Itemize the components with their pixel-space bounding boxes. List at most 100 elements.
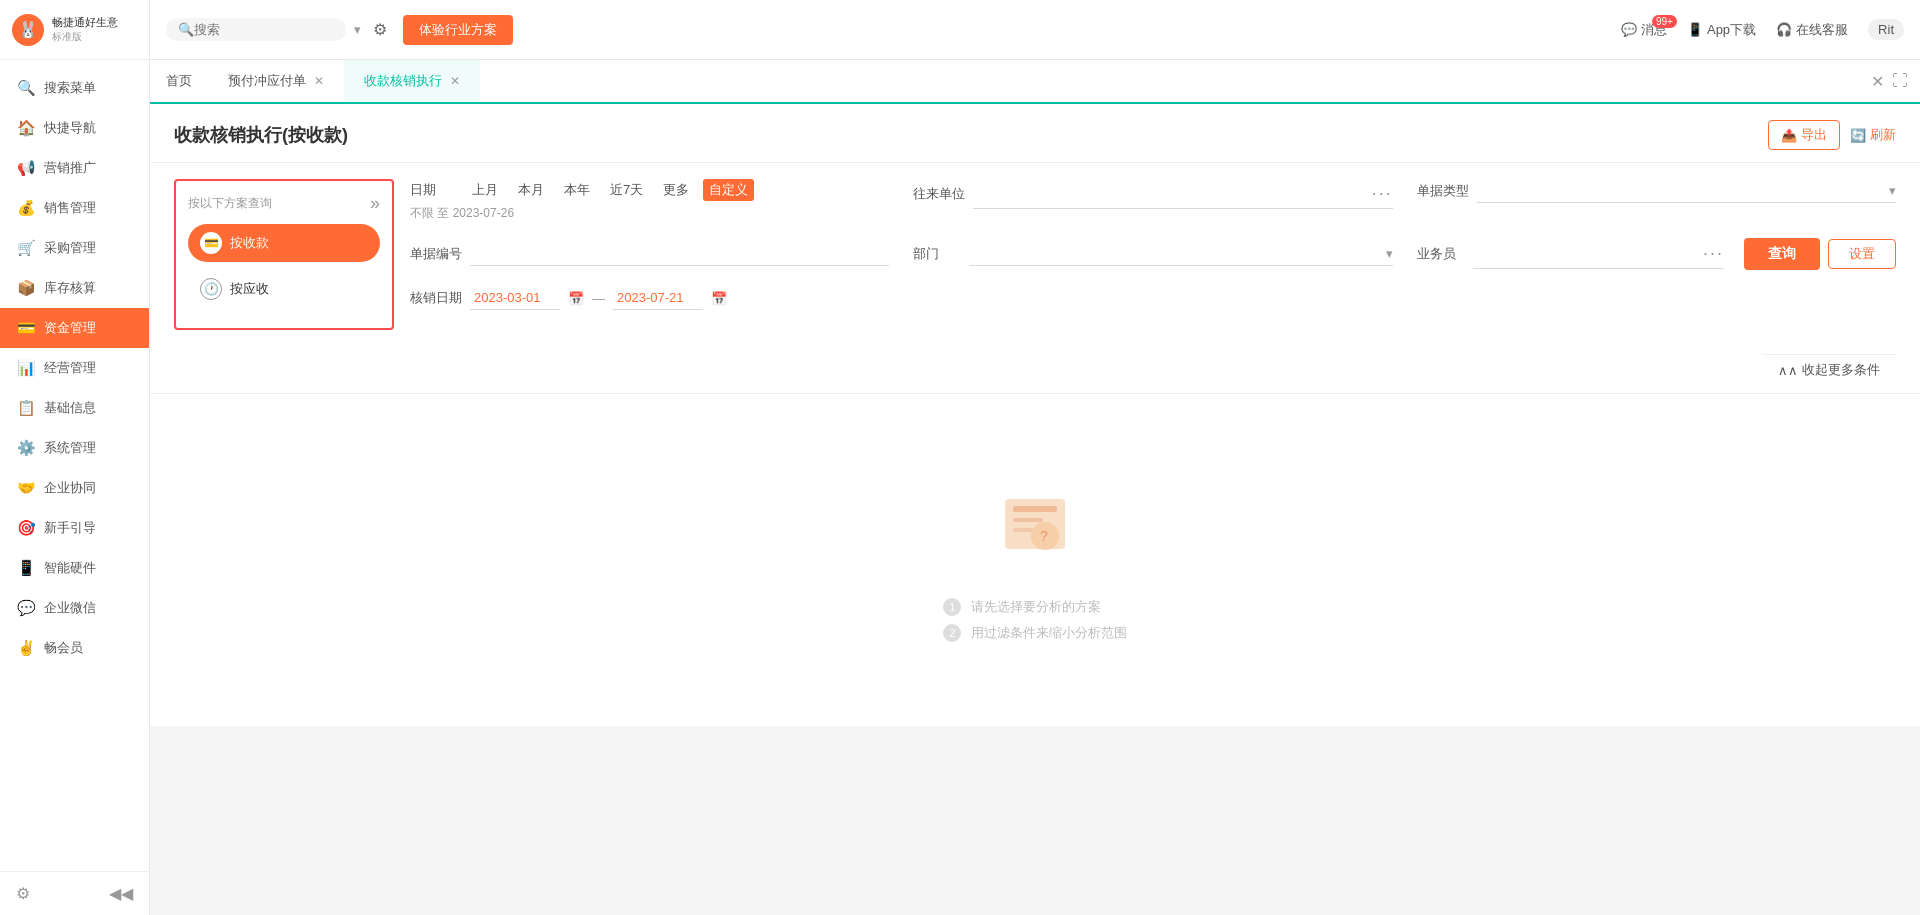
nav-label-base: 基础信息 [44,399,96,417]
sidebar-item-funds[interactable]: 💳 资金管理 [0,308,149,348]
date-label: 日期 [410,181,458,199]
sidebar-item-member[interactable]: ✌️ 畅会员 [0,628,149,668]
doc-no-input[interactable] [470,242,889,266]
date-tag-7days[interactable]: 近7天 [604,179,649,201]
refresh-button[interactable]: 🔄 刷新 [1850,120,1896,150]
app-icon: 📱 [1687,22,1703,37]
export-icon: 📤 [1781,128,1797,143]
filter-collapse-icon[interactable]: » [370,193,380,214]
nav-icon-hardware: 📱 [16,558,36,578]
message-badge: 99+ [1652,15,1677,28]
query-button[interactable]: 查询 [1744,238,1820,270]
sidebar-item-collab[interactable]: 🤝 企业协同 [0,468,149,508]
date-tag-custom[interactable]: 自定义 [703,179,754,201]
user-profile[interactable]: Rit [1868,19,1904,40]
sidebar-item-wechat[interactable]: 💬 企业微信 [0,588,149,628]
nav-icon-base: 📋 [16,398,36,418]
nav-icon-inventory: 📦 [16,278,36,298]
sidebar-item-biz[interactable]: 📊 经营管理 [0,348,149,388]
nav-icon-wechat: 💬 [16,598,36,618]
filter-panel: 按以下方案查询 » 💳 按收款 🕐 按应收 日期 [150,163,1920,346]
writeoff-date-to[interactable] [613,286,703,310]
tab-prepay-close[interactable]: ✕ [314,74,324,88]
svg-text:?: ? [1040,528,1048,544]
doc-type-select[interactable]: ▾ [1477,179,1896,203]
online-service-button[interactable]: 🎧 在线客服 [1776,21,1848,39]
sidebar: 🐰 畅捷通好生意 标准版 🔍 搜索菜单 🏠 快捷导航 📢 营销推广 💰 销售管理… [0,0,150,915]
expand-icon[interactable]: ⛶ [1892,72,1908,90]
page-actions: 📤 导出 🔄 刷新 [1768,120,1896,150]
app-download-button[interactable]: 📱 App下载 [1687,21,1756,39]
tab-writeoff-close[interactable]: ✕ [450,74,460,88]
date-from-calendar-icon[interactable]: 📅 [568,291,584,306]
filter-option-by-receipt[interactable]: 💳 按收款 [188,224,380,262]
tab-prepay[interactable]: 预付冲应付单 ✕ [208,60,344,104]
nav-label-sales: 销售管理 [44,199,96,217]
message-icon: 💬 [1621,22,1637,37]
staff-input[interactable]: ··· [1473,239,1724,269]
collapse-more-row: ∧∧ 收起更多条件 [150,346,1920,394]
counterparty-input[interactable]: ··· [973,179,1392,209]
tab-writeoff[interactable]: 收款核销执行 ✕ [344,60,480,104]
opt-icon-by-receivable: 🕐 [200,278,222,300]
date-tag-more[interactable]: 更多 [657,179,695,201]
headset-icon: 🎧 [1776,22,1792,37]
nav-icon-search: 🔍 [16,78,36,98]
date-tag-this-year[interactable]: 本年 [558,179,596,201]
dept-field: 部门 ▾ [913,242,1392,266]
chevron-down-icon[interactable]: ▾ [354,22,361,37]
sidebar-item-base[interactable]: 📋 基础信息 [0,388,149,428]
sidebar-item-purchase[interactable]: 🛒 采购管理 [0,228,149,268]
tabbar-actions: ✕ ⛶ [1871,72,1920,91]
dept-select[interactable]: ▾ [969,242,1392,266]
sidebar-item-marketing[interactable]: 📢 营销推广 [0,148,149,188]
counterparty-label: 往来单位 [913,185,965,203]
settings-icon[interactable]: ⚙ [16,884,30,903]
search-icon: 🔍 [178,22,194,37]
counterparty-more-icon[interactable]: ··· [1372,183,1393,204]
refresh-icon: 🔄 [1850,128,1866,143]
tab-home[interactable]: 首页 [150,60,208,104]
tab-home-label: 首页 [166,72,192,90]
nav-label-purchase: 采购管理 [44,239,96,257]
search-bar[interactable]: 🔍 [166,18,346,41]
collapse-more-label: 收起更多条件 [1802,361,1880,379]
tab-bar: 首页 预付冲应付单 ✕ 收款核销执行 ✕ ✕ ⛶ [150,60,1920,104]
export-button[interactable]: 📤 导出 [1768,120,1840,150]
nav-icon-collab: 🤝 [16,478,36,498]
date-tag-this-month[interactable]: 本月 [512,179,550,201]
page-title: 收款核销执行(按收款) [174,123,348,147]
collapse-more-button[interactable]: ∧∧ 收起更多条件 [1762,354,1896,385]
nav-icon-biz: 📊 [16,358,36,378]
writeoff-date-row: 核销日期 📅 — 📅 [410,286,1896,310]
solution-button[interactable]: 体验行业方案 [403,15,513,45]
topbar-gear-icon[interactable]: ⚙ [373,20,387,39]
writeoff-date-from[interactable] [470,286,560,310]
sidebar-item-system[interactable]: ⚙️ 系统管理 [0,428,149,468]
sidebar-item-search[interactable]: 🔍 搜索菜单 [0,68,149,108]
staff-more-icon[interactable]: ··· [1703,243,1724,264]
doc-type-chevron-icon: ▾ [1889,183,1896,198]
date-to-calendar-icon[interactable]: 📅 [711,291,727,306]
filter-option-by-receivable[interactable]: 🕐 按应收 [188,270,380,308]
page-header: 收款核销执行(按收款) 📤 导出 🔄 刷新 [150,104,1920,163]
collapse-chevron-icon: ∧∧ [1778,363,1798,378]
nav-label-search: 搜索菜单 [44,79,96,97]
date-tag-last-month[interactable]: 上月 [466,179,504,201]
filter-row-1: 日期 上月 本月 本年 近7天 更多 自定义 不限 至 2023-07-26 [410,179,1896,222]
close-tab-icon[interactable]: ✕ [1871,72,1884,91]
sidebar-collapse-icon[interactable]: ◀◀ [109,884,133,903]
setting-button[interactable]: 设置 [1828,239,1896,269]
search-input[interactable] [194,22,334,37]
sidebar-item-quick-nav[interactable]: 🏠 快捷导航 [0,108,149,148]
app-label: App下载 [1707,21,1756,39]
sidebar-item-guide[interactable]: 🎯 新手引导 [0,508,149,548]
filter-fields: 日期 上月 本月 本年 近7天 更多 自定义 不限 至 2023-07-26 [410,179,1896,330]
content-area: 收款核销执行(按收款) 📤 导出 🔄 刷新 按以下方案查询 » [150,104,1920,915]
sidebar-item-sales[interactable]: 💰 销售管理 [0,188,149,228]
date-tags: 上月 本月 本年 近7天 更多 自定义 [466,179,754,201]
sidebar-item-hardware[interactable]: 📱 智能硬件 [0,548,149,588]
sidebar-item-inventory[interactable]: 📦 库存核算 [0,268,149,308]
nav-label-inventory: 库存核算 [44,279,96,297]
message-button[interactable]: 💬 消息 99+ [1621,21,1667,39]
